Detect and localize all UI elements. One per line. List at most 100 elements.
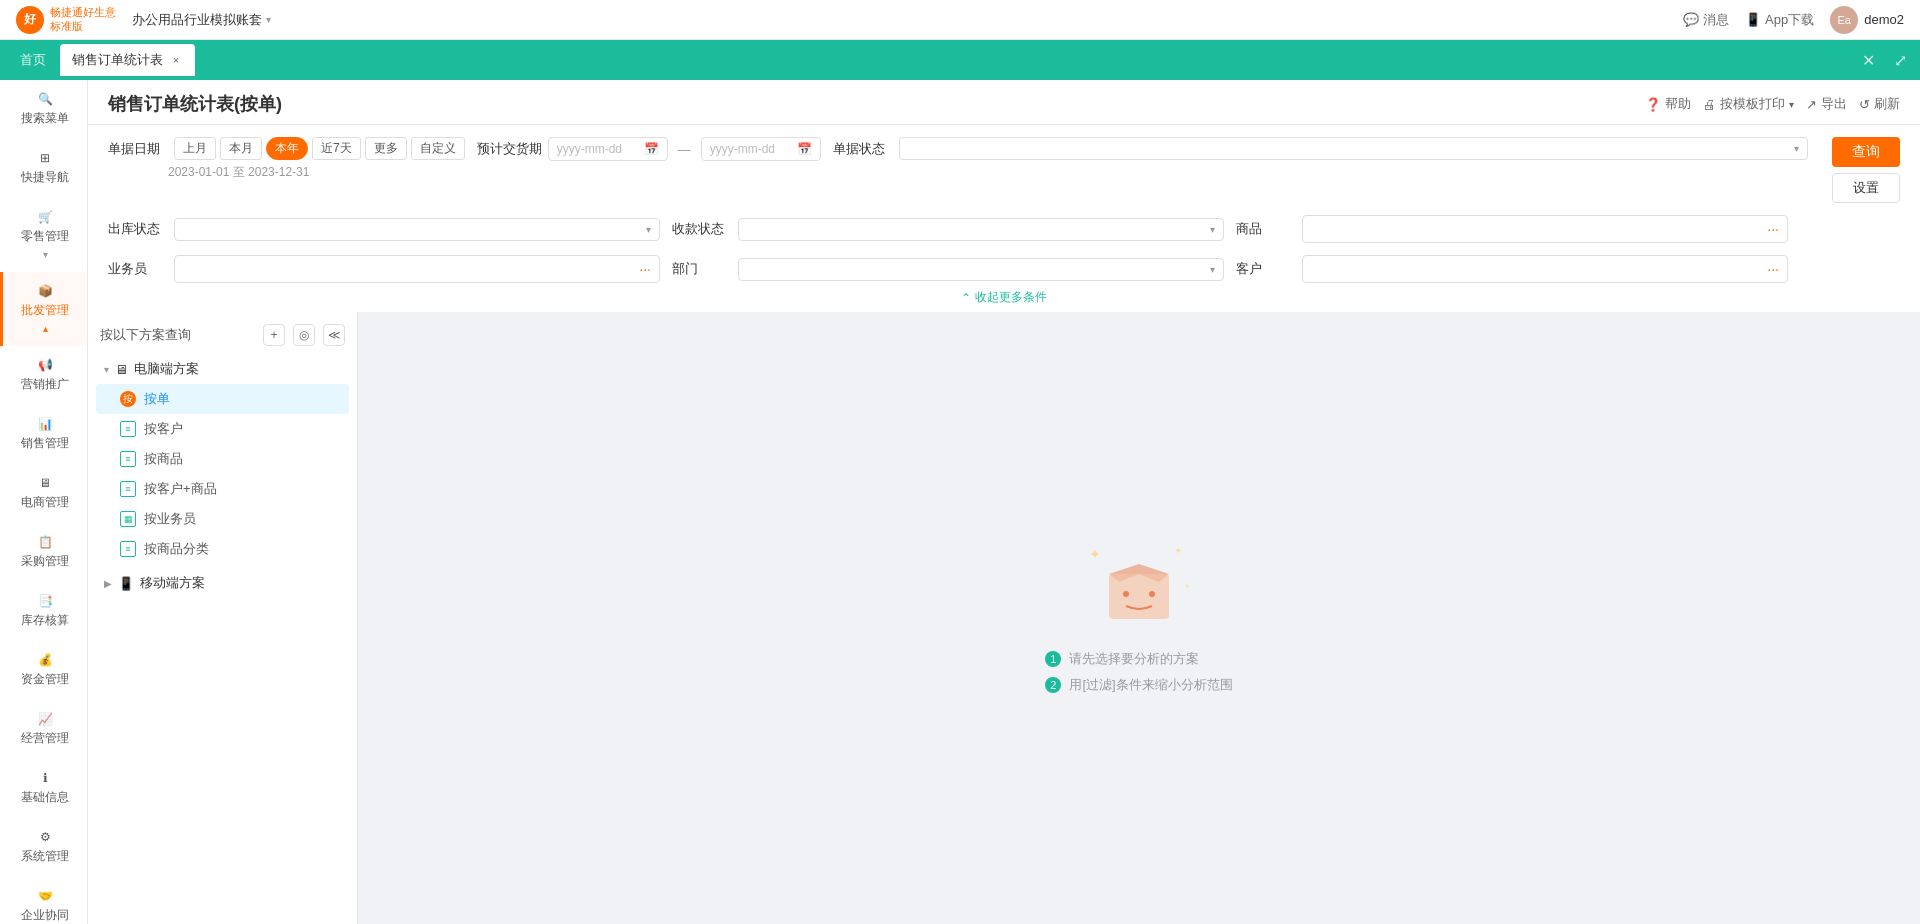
svg-text:✦: ✦ — [1174, 545, 1182, 556]
edit-scheme-button[interactable]: ◎ — [293, 324, 315, 346]
tree-item-by-order[interactable]: 按 按单 — [96, 384, 349, 414]
tab-minimize-button[interactable]: ✕ — [1856, 48, 1880, 72]
expected-date-from[interactable]: yyyy-mm-dd 📅 — [548, 137, 668, 161]
goods-more-icon: ··· — [1767, 221, 1779, 237]
template-print-button[interactable]: 🖨 按模板打印 ▾ — [1703, 95, 1794, 113]
left-panel-icons: + ◎ ≪ — [263, 324, 345, 346]
tab-active[interactable]: 销售订单统计表 × — [60, 44, 195, 76]
tab-expand-button[interactable]: ⤢ — [1888, 48, 1912, 72]
tree-item-by-customer-goods[interactable]: ≡ 按客户+商品 — [96, 474, 349, 504]
status-select[interactable]: ▾ — [899, 137, 1808, 160]
goods-label: 商品 — [1236, 220, 1296, 238]
user-profile[interactable]: Ea demo2 — [1830, 6, 1904, 34]
date-btn-last-month[interactable]: 上月 — [174, 137, 216, 160]
date-label: 单据日期 — [108, 140, 168, 158]
hint-1: 1 请先选择要分析的方案 — [1045, 650, 1232, 668]
customer-label: 客户 — [1236, 260, 1296, 278]
tree-item-by-goods-category[interactable]: ≡ 按商品分类 — [96, 534, 349, 564]
sidebar-item-inventory[interactable]: 📑 库存核算 — [0, 582, 87, 641]
date-btn-this-year[interactable]: 本年 — [266, 137, 308, 160]
payment-group: 收款状态 ▾ — [672, 218, 1224, 241]
date-btn-custom[interactable]: 自定义 — [411, 137, 465, 160]
sidebar-item-basic-info[interactable]: ℹ 基础信息 — [0, 759, 87, 818]
collapse-panel-button[interactable]: ≪ — [323, 324, 345, 346]
by-salesperson-icon: ▦ — [120, 511, 136, 527]
payment-select[interactable]: ▾ — [738, 218, 1224, 241]
tab-home[interactable]: 首页 — [8, 44, 58, 76]
salesperson-select[interactable]: ··· — [174, 255, 660, 283]
body-area: 按以下方案查询 + ◎ ≪ ▾ 🖥 电脑端方案 — [88, 312, 1920, 924]
tree-item-by-goods[interactable]: ≡ 按商品 — [96, 444, 349, 474]
sidebar-item-sales[interactable]: 📊 销售管理 — [0, 405, 87, 464]
tree-chevron-down-icon: ▾ — [104, 364, 109, 375]
payment-label: 收款状态 — [672, 220, 732, 238]
tab-close-button[interactable]: × — [169, 53, 183, 67]
export-button[interactable]: ↗ 导出 — [1806, 95, 1847, 113]
sidebar-item-retail[interactable]: 🛒 零售管理 ▾ — [0, 198, 87, 272]
export-icon: ↗ — [1806, 97, 1817, 112]
by-goods-category-icon: ≡ — [120, 541, 136, 557]
date-btn-7days[interactable]: 近7天 — [312, 137, 361, 160]
add-scheme-button[interactable]: + — [263, 324, 285, 346]
refresh-button[interactable]: ↺ 刷新 — [1859, 95, 1900, 113]
management-icon: 📈 — [38, 712, 53, 726]
sidebar-item-system[interactable]: ⚙ 系统管理 — [0, 818, 87, 877]
main-content-area: ✦ ✦ ✦ 1 请先选择要分析的方案 2 用[过滤]条件来缩小分析范围 — [358, 312, 1920, 924]
goods-select[interactable]: ··· — [1302, 215, 1788, 243]
sales-icon: 📊 — [38, 417, 53, 431]
sidebar-item-ecommerce[interactable]: 🖥 电商管理 — [0, 464, 87, 523]
sidebar-item-purchase[interactable]: 📋 采购管理 — [0, 523, 87, 582]
filter-panel: 单据日期 上月 本月 本年 近7天 更多 自定义 2023-01-01 至 20… — [88, 125, 1920, 312]
app-download-button[interactable]: 📱 App下载 — [1745, 11, 1814, 29]
customer-select[interactable]: ··· — [1302, 255, 1788, 283]
sidebar-item-management[interactable]: 📈 经营管理 — [0, 700, 87, 759]
sidebar-item-enterprise[interactable]: 🤝 企业协同 — [0, 877, 87, 924]
date-btn-this-month[interactable]: 本月 — [220, 137, 262, 160]
message-button[interactable]: 💬 消息 — [1683, 11, 1729, 29]
hint-2: 2 用[过滤]条件来缩小分析范围 — [1045, 676, 1232, 694]
by-customer-goods-icon: ≡ — [120, 481, 136, 497]
retail-icon: 🛒 — [38, 210, 53, 224]
marketing-icon: 📢 — [38, 358, 53, 372]
expected-date-to[interactable]: yyyy-mm-dd 📅 — [701, 137, 821, 161]
date-btn-more[interactable]: 更多 — [365, 137, 407, 160]
right-action-buttons: 查询 设置 — [1820, 137, 1900, 203]
tree-group-mobile[interactable]: ▶ 📱 移动端方案 — [96, 568, 349, 598]
query-button[interactable]: 查询 — [1832, 137, 1900, 167]
grid-icon: ⊞ — [40, 151, 50, 165]
outbound-select[interactable]: ▾ — [174, 218, 660, 241]
salesperson-group: 业务员 ··· — [108, 255, 660, 283]
sidebar-item-search[interactable]: 🔍 搜索菜单 — [0, 80, 87, 139]
status-group: 单据状态 ▾ — [833, 137, 1808, 160]
date-filter-top: 单据日期 上月 本月 本年 近7天 更多 自定义 — [108, 137, 465, 160]
avatar: Ea — [1830, 6, 1858, 34]
sidebar-item-finance[interactable]: 💰 资金管理 — [0, 641, 87, 700]
sidebar-item-wholesale[interactable]: 📦 批发管理 ▴ — [0, 272, 87, 346]
help-button[interactable]: ❓ 帮助 — [1645, 95, 1691, 113]
tree-item-by-customer[interactable]: ≡ 按客户 — [96, 414, 349, 444]
outbound-label: 出库状态 — [108, 220, 168, 238]
collapse-bar[interactable]: ⌃ 收起更多条件 — [88, 283, 1920, 312]
inventory-icon: 📑 — [38, 594, 53, 608]
workspace-selector[interactable]: 办公用品行业模拟账套 ▾ — [124, 7, 279, 33]
logo-text: 畅捷通好生意 标准版 — [50, 6, 116, 32]
sidebar-item-quick-nav[interactable]: ⊞ 快捷导航 — [0, 139, 87, 198]
expected-date-group: 预计交货期 yyyy-mm-dd 📅 — yyyy-mm-dd 📅 — [477, 137, 821, 161]
date-range-display: 2023-01-01 至 2023-12-31 — [108, 164, 465, 181]
calendar-icon-to: 📅 — [797, 142, 812, 156]
enterprise-icon: 🤝 — [38, 889, 53, 903]
tree-group-desktop[interactable]: ▾ 🖥 电脑端方案 — [96, 354, 349, 384]
page-header: 销售订单统计表(按单) ❓ 帮助 🖨 按模板打印 ▾ ↗ 导出 ↺ 刷新 — [88, 80, 1920, 125]
tree-item-by-salesperson[interactable]: ▦ 按业务员 — [96, 504, 349, 534]
empty-state: ✦ ✦ ✦ 1 请先选择要分析的方案 2 用[过滤]条件来缩小分析范围 — [1045, 534, 1232, 702]
tree-chevron-right-icon: ▶ — [104, 578, 112, 589]
logo-area: 好 畅捷通好生意 标准版 — [16, 6, 116, 34]
outbound-group: 出库状态 ▾ — [108, 218, 660, 241]
status-label: 单据状态 — [833, 140, 893, 158]
settings-button[interactable]: 设置 — [1832, 173, 1900, 203]
sidebar-item-marketing[interactable]: 📢 营销推广 — [0, 346, 87, 405]
sidebar: 🔍 搜索菜单 ⊞ 快捷导航 🛒 零售管理 ▾ 📦 批发管理 ▴ 📢 营销推广 📊… — [0, 80, 88, 924]
department-select[interactable]: ▾ — [738, 258, 1224, 281]
settings-icon: ⚙ — [40, 830, 51, 844]
left-panel-header: 按以下方案查询 + ◎ ≪ — [88, 324, 357, 354]
